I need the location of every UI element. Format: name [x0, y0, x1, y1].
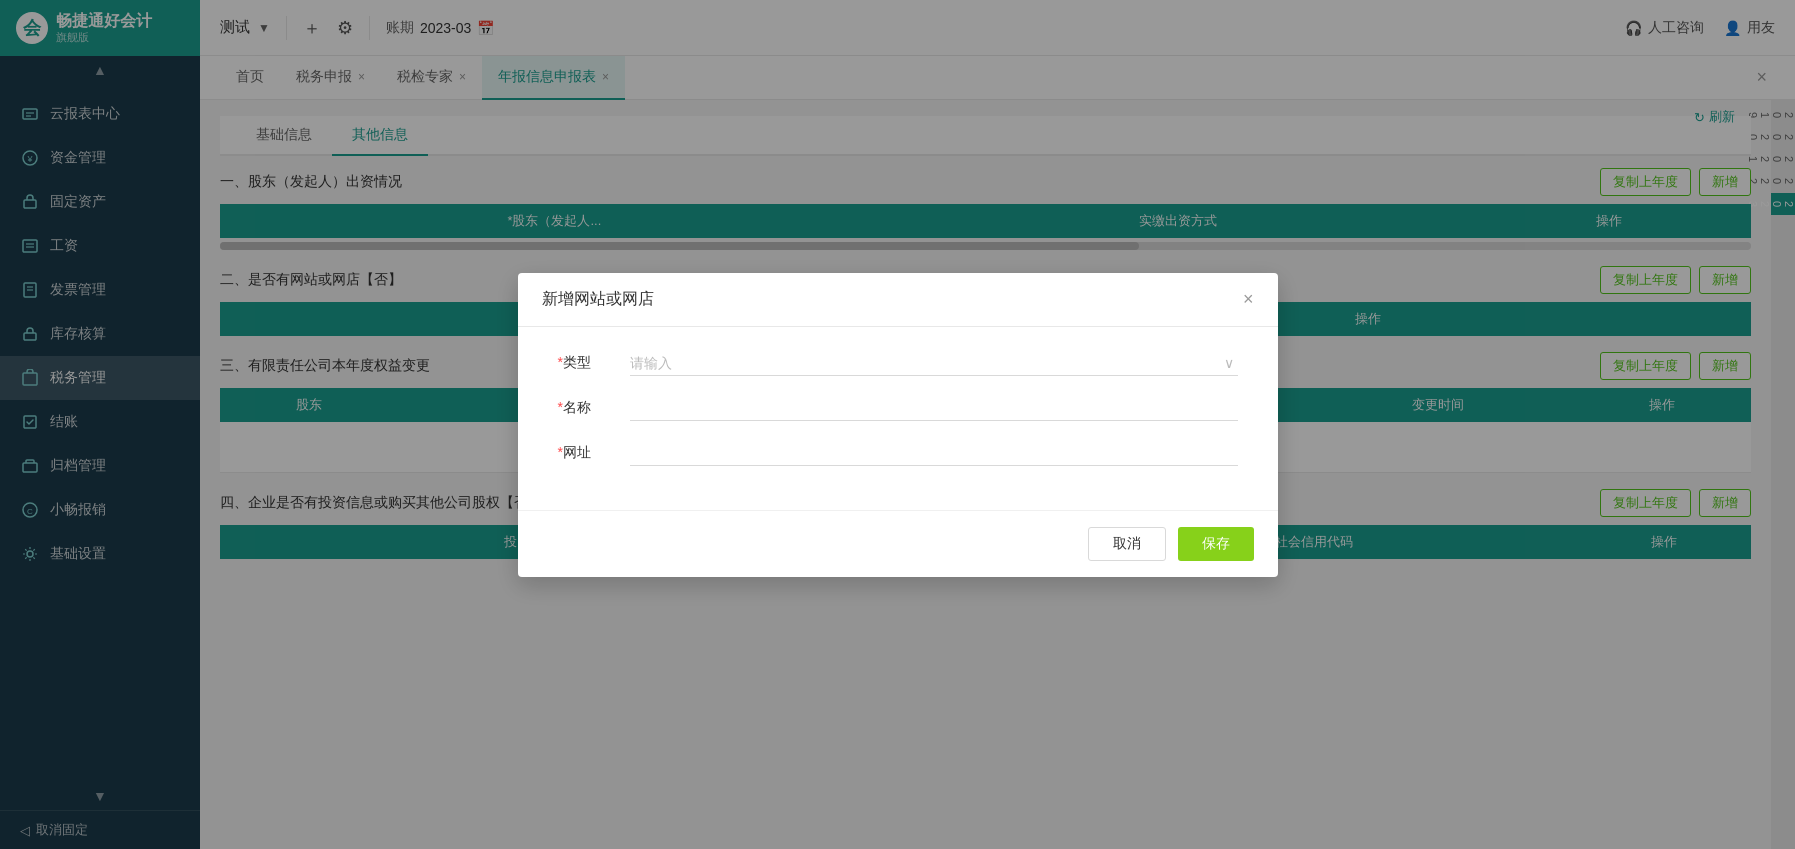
- form-row-url: *网址: [558, 441, 1238, 466]
- dialog-overlay[interactable]: 新增网站或网店 × *类型 ∨ *名称: [0, 0, 1795, 849]
- dialog-close-btn[interactable]: ×: [1243, 289, 1254, 310]
- form-input-wrap-url: [630, 441, 1238, 466]
- form-label-type: *类型: [558, 354, 618, 372]
- form-row-name: *名称: [558, 396, 1238, 421]
- form-input-wrap-name: [630, 396, 1238, 421]
- cancel-button[interactable]: 取消: [1088, 527, 1166, 561]
- form-label-name: *名称: [558, 399, 618, 417]
- dialog-header: 新增网站或网店 ×: [518, 273, 1278, 327]
- url-input[interactable]: [630, 445, 1238, 461]
- add-website-dialog: 新增网站或网店 × *类型 ∨ *名称: [518, 273, 1278, 577]
- dialog-footer: 取消 保存: [518, 510, 1278, 577]
- form-label-url: *网址: [558, 444, 618, 462]
- form-input-wrap-type: ∨: [630, 351, 1238, 376]
- form-row-type: *类型 ∨: [558, 351, 1238, 376]
- dialog-title: 新增网站或网店: [542, 289, 654, 310]
- name-input[interactable]: [630, 400, 1238, 416]
- type-dropdown-icon[interactable]: ∨: [1224, 355, 1234, 371]
- save-button[interactable]: 保存: [1178, 527, 1254, 561]
- type-input[interactable]: [630, 355, 1238, 371]
- dialog-body: *类型 ∨ *名称 *网址: [518, 327, 1278, 510]
